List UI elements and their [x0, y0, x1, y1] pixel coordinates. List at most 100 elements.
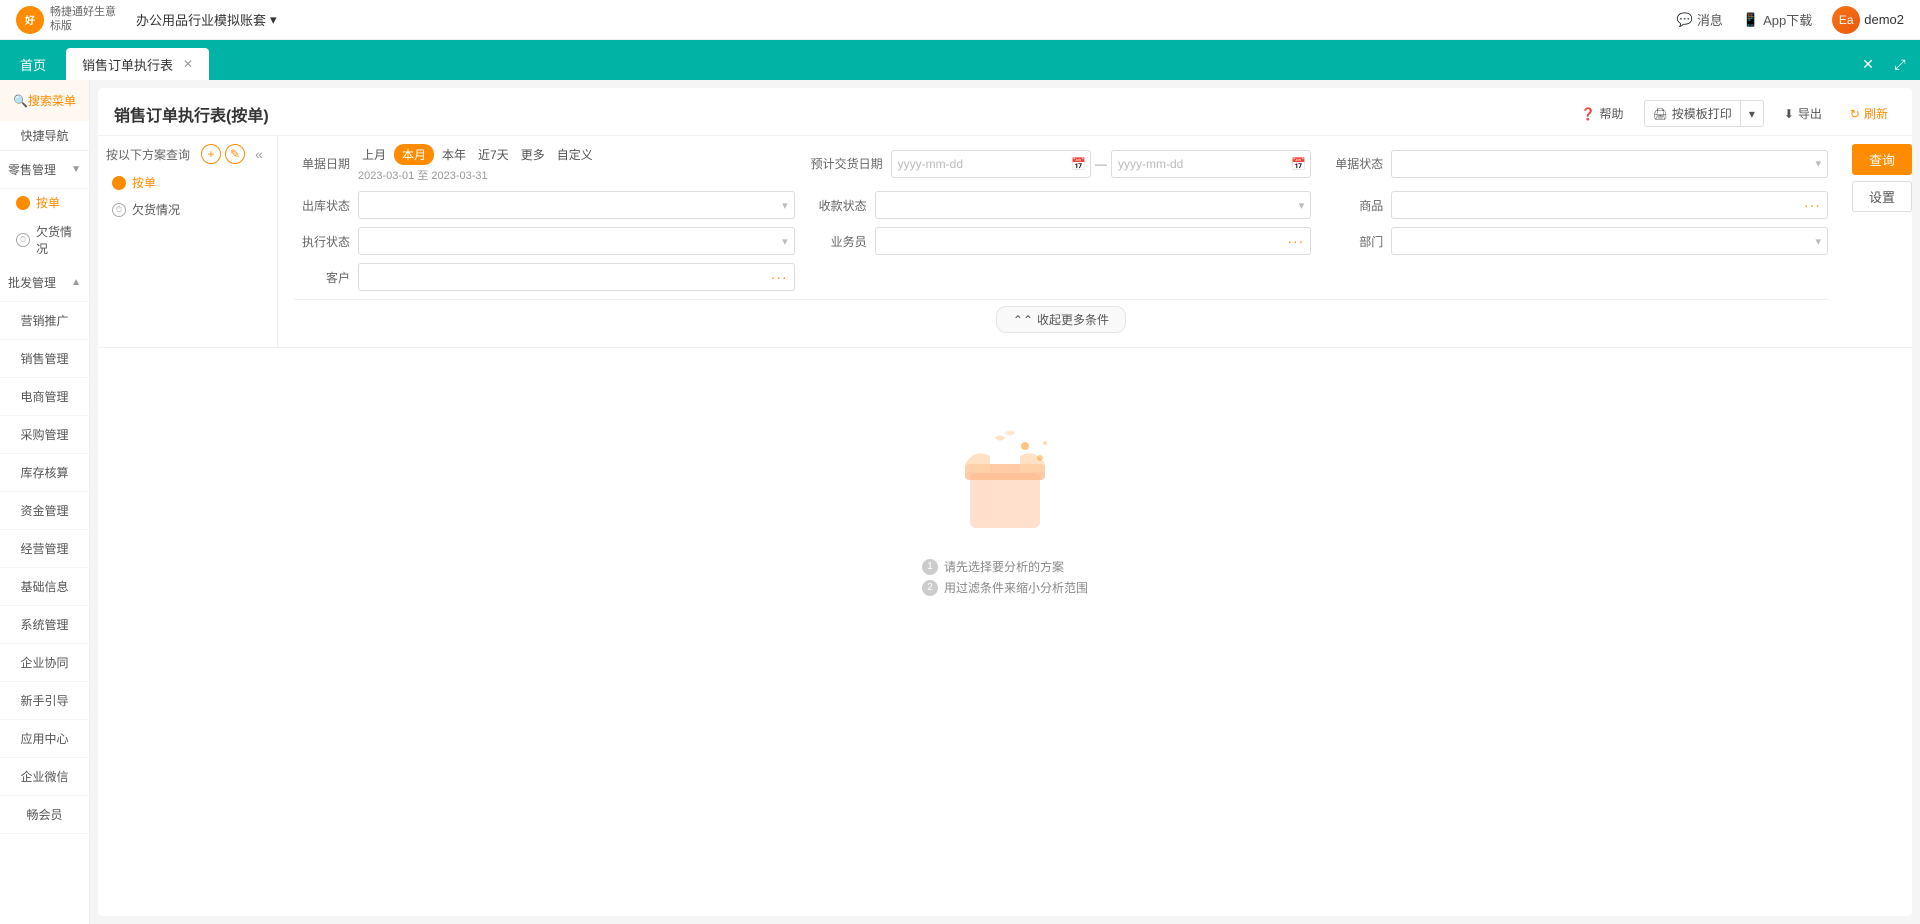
message-icon: 💬 — [1677, 12, 1693, 28]
query-button[interactable]: 查询 — [1852, 144, 1912, 175]
tab-home[interactable]: 首页 — [4, 48, 62, 80]
filter-field-delivery-status: 出库状态 ▾ — [294, 191, 795, 219]
scheme-add-button[interactable]: + — [201, 144, 221, 164]
date-tab-more[interactable]: 更多 — [517, 144, 549, 165]
print-dropdown-button[interactable]: ▾ — [1741, 103, 1763, 125]
tab-sales-order[interactable]: 销售订单执行表 ✕ — [66, 48, 209, 80]
refresh-icon: ↻ — [1850, 107, 1860, 121]
window-close-button[interactable]: ✕ — [1856, 52, 1880, 76]
product-input[interactable]: ··· — [1391, 191, 1828, 219]
sidebar-item-wholesale[interactable]: 批发管理 ▲ — [0, 264, 89, 302]
logo[interactable]: 好 畅捷通好生意 标版 — [16, 6, 116, 34]
sidebar-sub-order[interactable]: 按单 — [0, 189, 89, 216]
search-menu-button[interactable]: 🔍 搜索菜单 — [8, 88, 81, 113]
scheme-actions: + ✎ « — [201, 144, 269, 164]
settings-button[interactable]: 设置 — [1852, 181, 1912, 212]
user-profile[interactable]: Ea demo2 — [1832, 6, 1904, 34]
logo-text: 畅捷通好生意 标版 — [50, 6, 116, 32]
main-content: 🔍 搜索菜单 快捷导航 零售管理 ▼ 按单 ⏱ 欠货情况 批发管理 ▲ 营销推广 — [0, 80, 1920, 924]
expected-date-label: 预计交货日期 — [811, 155, 883, 172]
sidebar-item-appstore[interactable]: 应用中心 — [0, 720, 89, 758]
print-button[interactable]: 🖨 按模板打印 — [1645, 101, 1741, 126]
export-button[interactable]: ⬇ 导出 — [1776, 101, 1830, 126]
expected-date-range: yyyy-mm-dd 📅 — yyyy-mm-dd 📅 — [891, 150, 1312, 178]
window-expand-button[interactable]: ⤢ — [1888, 52, 1912, 76]
header-right: 💬 消息 📱 App下载 Ea demo2 — [1677, 6, 1904, 34]
scheme-collapse-button[interactable]: « — [249, 144, 269, 164]
status-dropdown-icon: ▾ — [1815, 157, 1821, 170]
filter-field-date: 单据日期 上月 本月 本年 近7天 更多 自定义 20 — [294, 144, 795, 183]
scheme-item-press[interactable]: 按单 — [106, 170, 269, 195]
message-button[interactable]: 💬 消息 — [1677, 10, 1723, 29]
search-icon: 🔍 — [13, 94, 28, 108]
customer-input[interactable]: ··· — [358, 263, 795, 291]
refresh-button[interactable]: ↻ 刷新 — [1842, 101, 1896, 126]
debt-icon: ⏱ — [16, 233, 30, 247]
date-field-label: 单据日期 — [294, 155, 350, 172]
collapse-row: ⌃⌃ 收起更多条件 — [294, 299, 1828, 339]
sidebar-item-ecommerce[interactable]: 电商管理 — [0, 378, 89, 416]
date-tab-7days[interactable]: 近7天 — [474, 144, 513, 165]
help-icon: ❓ — [1581, 107, 1596, 121]
status-select[interactable]: ▾ — [1391, 150, 1828, 178]
sidebar-item-purchase[interactable]: 采购管理 — [0, 416, 89, 454]
sidebar-item-newbie[interactable]: 新手引导 — [0, 682, 89, 720]
scheme-sidebar: 按以下方案查询 + ✎ « 按单 ⏱ — [98, 136, 278, 347]
sidebar-item-system[interactable]: 系统管理 — [0, 606, 89, 644]
date-tab-this-year[interactable]: 本年 — [438, 144, 470, 165]
empty-tip-2: 2 用过滤条件来缩小分析范围 — [922, 579, 1088, 596]
sidebar-item-sales[interactable]: 销售管理 — [0, 340, 89, 378]
scheme-item-debt[interactable]: ⏱ 欠货情况 — [106, 197, 269, 222]
date-tab-this-month[interactable]: 本月 — [394, 144, 434, 165]
print-icon: 🖨 — [1653, 107, 1668, 121]
page-title: 销售订单执行表(按单) — [114, 102, 269, 126]
expected-date-end-input[interactable]: yyyy-mm-dd 📅 — [1111, 150, 1311, 178]
sidebar-item-finance[interactable]: 资金管理 — [0, 492, 89, 530]
phone-icon: 📱 — [1743, 12, 1759, 28]
help-button[interactable]: ❓ 帮助 — [1573, 101, 1632, 126]
exec-status-select[interactable]: ▾ — [358, 227, 795, 255]
salesperson-input[interactable]: ··· — [875, 227, 1312, 255]
date-tab-custom[interactable]: 自定义 — [553, 144, 597, 165]
filter-field-customer: 客户 ··· — [294, 263, 795, 291]
filter-row-2: 出库状态 ▾ 收款状态 ▾ — [294, 191, 1828, 219]
expected-date-start-input[interactable]: yyyy-mm-dd 📅 — [891, 150, 1091, 178]
filter-field-collection-status: 收款状态 ▾ — [811, 191, 1312, 219]
product-dots-icon: ··· — [1804, 197, 1821, 213]
collection-status-select[interactable]: ▾ — [875, 191, 1312, 219]
scheme-edit-button[interactable]: ✎ — [225, 144, 245, 164]
sidebar-item-marketing[interactable]: 营销推广 — [0, 302, 89, 340]
sidebar-item-operations[interactable]: 经营管理 — [0, 530, 89, 568]
product-label: 商品 — [1327, 197, 1383, 214]
exec-dropdown-icon: ▾ — [782, 235, 788, 248]
collapse-button[interactable]: ⌃⌃ 收起更多条件 — [996, 306, 1126, 333]
avatar: Ea — [1832, 6, 1860, 34]
action-buttons: 查询 设置 — [1844, 136, 1912, 347]
dept-select[interactable]: ▾ — [1391, 227, 1828, 255]
collapse-up-icon: ⌃⌃ — [1013, 313, 1033, 327]
sidebar-item-wechat[interactable]: 企业微信 — [0, 758, 89, 796]
filter-row-4: 客户 ··· — [294, 263, 1828, 291]
page-header: 销售订单执行表(按单) ❓ 帮助 🖨 按模板打印 ▾ — [98, 88, 1912, 136]
sidebar-item-inventory[interactable]: 库存核算 — [0, 454, 89, 492]
scheme-debt-icon: ⏱ — [112, 203, 126, 217]
filter-row-1: 单据日期 上月 本月 本年 近7天 更多 自定义 20 — [294, 144, 1828, 183]
empty-tips: 1 请先选择要分析的方案 2 用过滤条件来缩小分析范围 — [922, 558, 1088, 596]
sidebar-item-retail[interactable]: 零售管理 ▼ — [0, 151, 89, 189]
customer-dots-icon: ··· — [771, 269, 788, 285]
breadcrumb-arrow-icon[interactable]: ▾ — [270, 12, 277, 28]
sidebar-item-basic[interactable]: 基础信息 — [0, 568, 89, 606]
filter-field-product: 商品 ··· — [1327, 191, 1828, 219]
dept-dropdown-icon: ▾ — [1815, 235, 1821, 248]
sidebar-sub-debt[interactable]: ⏱ 欠货情况 — [0, 218, 89, 262]
tab-close-icon[interactable]: ✕ — [183, 57, 193, 71]
date-tab-last-month[interactable]: 上月 — [358, 144, 390, 165]
exec-status-label: 执行状态 — [294, 233, 350, 250]
delivery-status-select[interactable]: ▾ — [358, 191, 795, 219]
app-download-button[interactable]: 📱 App下载 — [1743, 10, 1812, 29]
sidebar-item-member[interactable]: 畅会员 — [0, 796, 89, 834]
quick-nav-button[interactable]: 快捷导航 — [0, 121, 89, 151]
tab-bar-actions: ✕ ⤢ — [1856, 52, 1920, 80]
wholesale-arrow-icon: ▲ — [71, 277, 81, 288]
sidebar-item-enterprise[interactable]: 企业协同 — [0, 644, 89, 682]
